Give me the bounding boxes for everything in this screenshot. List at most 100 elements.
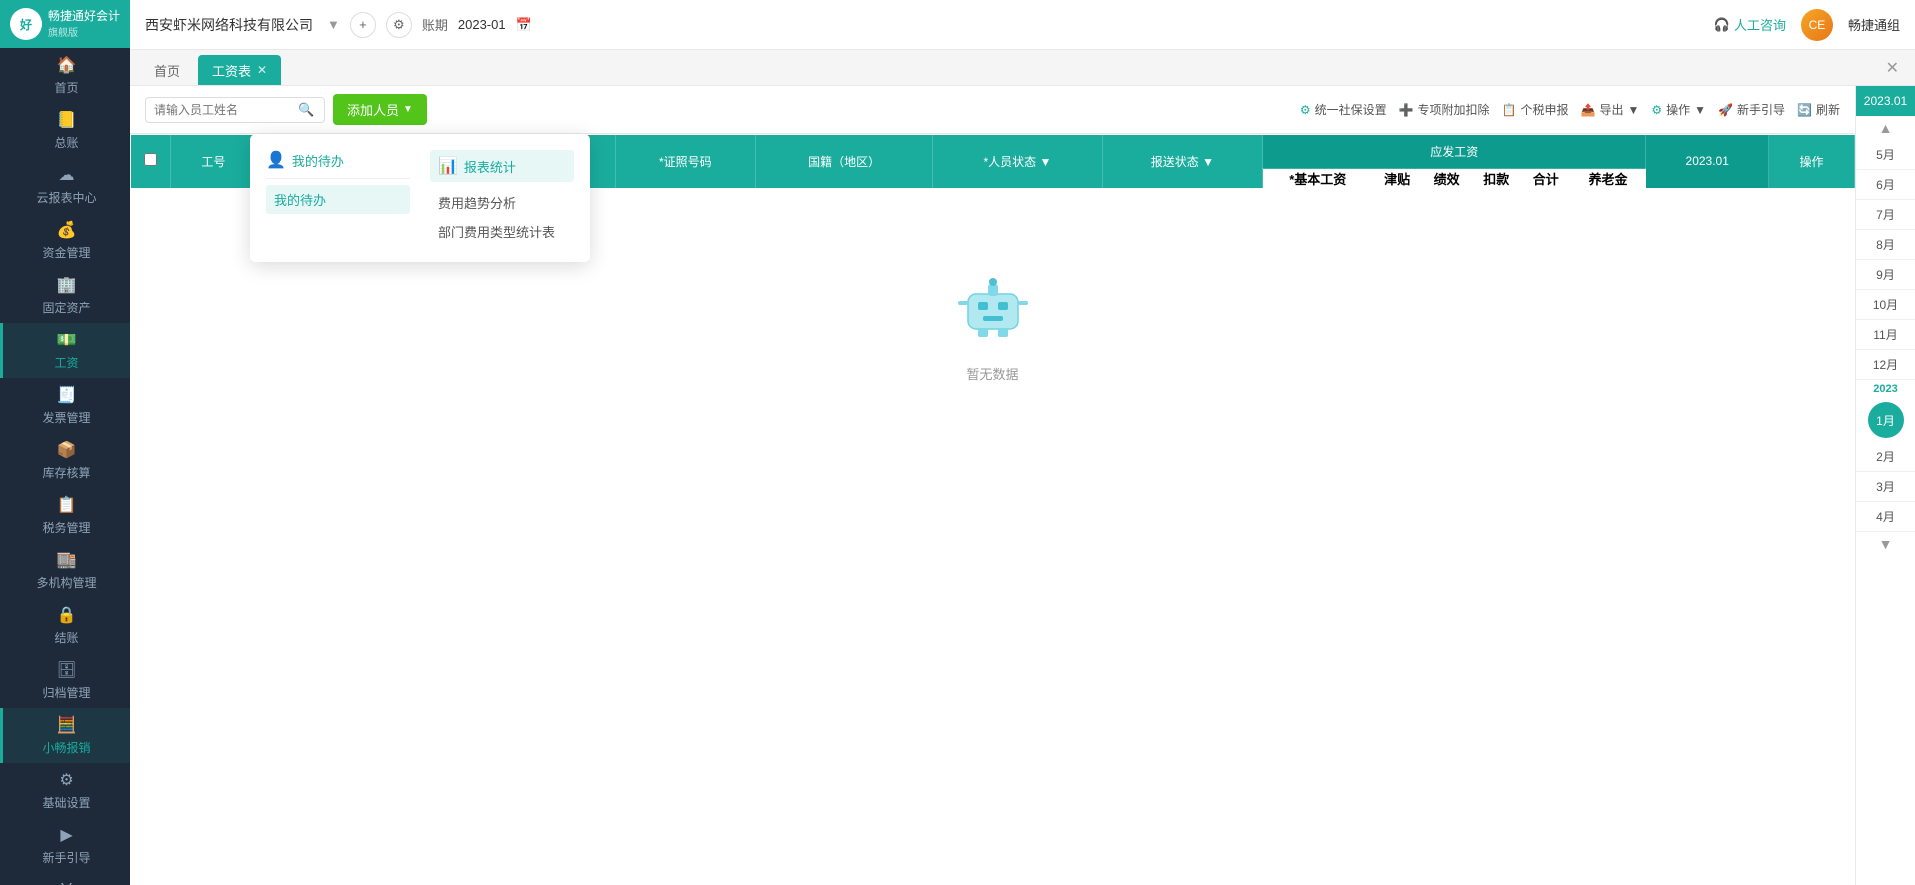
home-icon: 🏠 (57, 55, 77, 75)
period-label: 账期 (422, 15, 448, 34)
logo-area: 好 畅捷通好会计 旗舰版 (0, 0, 130, 48)
export-button[interactable]: 📤 导出 ▼ (1581, 101, 1640, 118)
sidebar-item-archive[interactable]: 🗄 归档管理 (0, 653, 130, 708)
company-name[interactable]: 西安虾米网络科技有限公司 (145, 15, 313, 35)
sidebar-item-member[interactable]: V 畅会员 (0, 873, 130, 885)
month-item-2[interactable]: 2月 (1856, 442, 1915, 472)
th-report-status: 报送状态 ▼ (1102, 135, 1262, 189)
close-period-icon: 🔒 (57, 605, 77, 625)
month-scroll-down-button[interactable]: ▼ (1856, 532, 1915, 556)
sidebar-item-close[interactable]: 🔒 结账 (0, 598, 130, 653)
th-base-salary: *基本工资 (1263, 169, 1373, 189)
th-performance: 绩效 (1422, 169, 1472, 189)
close-all-button[interactable]: ✕ (1880, 56, 1905, 80)
month-item-10[interactable]: 10月 (1856, 290, 1915, 320)
refresh-icon: 🔄 (1797, 103, 1812, 117)
year-2023-label: 2023 (1856, 380, 1915, 398)
tax-report-button[interactable]: 📋 个税申报 (1502, 101, 1569, 118)
logo-icon: 好 (10, 8, 42, 40)
tab-home[interactable]: 首页 (140, 55, 194, 85)
tax-icon: 📋 (57, 495, 77, 515)
sidebar-item-inventory[interactable]: 📦 库存核算 (0, 433, 130, 488)
month-item-9[interactable]: 9月 (1856, 260, 1915, 290)
sidebar-item-tax[interactable]: 📋 税务管理 (0, 488, 130, 543)
period-value[interactable]: 2023-01 (458, 17, 506, 32)
month-item-4[interactable]: 4月 (1856, 502, 1915, 532)
sidebar-item-home[interactable]: 🏠 首页 (0, 48, 130, 103)
guide-button[interactable]: 🚀 新手引导 (1718, 101, 1785, 118)
assets-icon: 🏢 (57, 275, 77, 295)
toolbar: 🔍 添加人员 ▼ ⚙ 统一社保设置 ➕ 专项附加扣除 (130, 86, 1855, 134)
sidebar-item-guide[interactable]: ▶ 新手引导 (0, 818, 130, 873)
refresh-button[interactable]: 🔄 刷新 (1797, 101, 1840, 118)
th-nationality: 国籍（地区） (756, 135, 933, 189)
sidebar-item-salary[interactable]: 💵 工资 (0, 323, 130, 378)
basic-settings-icon: ⚙ (59, 770, 73, 790)
company-dropdown-arrow[interactable]: ▼ (327, 17, 340, 32)
operations-button[interactable]: ⚙ 操作 ▼ (1651, 101, 1706, 118)
operations-arrow: ▼ (1694, 103, 1706, 117)
settings-button[interactable]: ⚙ (386, 12, 412, 38)
th-id-number: *证照号码 (615, 135, 755, 189)
month-item-7[interactable]: 7月 (1856, 200, 1915, 230)
popup-link-expense-trend[interactable]: 费用趋势分析 (430, 188, 574, 217)
th-checkbox[interactable] (131, 135, 171, 189)
salary-icon: 💵 (57, 330, 77, 350)
search-icon: 🔍 (298, 102, 314, 118)
month-scroll-up-button[interactable]: ▲ (1856, 116, 1915, 140)
sidebar: 好 畅捷通好会计 旗舰版 🏠 首页 📒 总账 ☁ 云报表中心 💰 资金管理 🏢 … (0, 0, 130, 885)
sidebar-item-funds[interactable]: 💰 资金管理 (0, 213, 130, 268)
main-area: 西安虾米网络科技有限公司 ▼ + ⚙ 账期 2023-01 📅 🎧 人工咨询 C… (130, 0, 1915, 885)
toolbar-actions: ⚙ 统一社保设置 ➕ 专项附加扣除 📋 个税申报 📤 导出 ▼ (1300, 101, 1840, 118)
popup-link-my-pending[interactable]: 我的待办 (266, 185, 410, 214)
th-pension: 养老金 (1571, 169, 1646, 189)
add-company-button[interactable]: + (350, 12, 376, 38)
sidebar-item-ledger[interactable]: 📒 总账 (0, 103, 130, 158)
content-area: 🔍 添加人员 ▼ ⚙ 统一社保设置 ➕ 专项附加扣除 (130, 86, 1915, 885)
sidebar-item-basic[interactable]: ⚙ 基础设置 (0, 763, 130, 818)
report-icon: 📊 (438, 156, 458, 176)
guide-icon: ▶ (60, 825, 72, 845)
month-item-1-active[interactable]: 1月 (1868, 402, 1904, 438)
month-item-3[interactable]: 3月 (1856, 472, 1915, 502)
add-person-arrow: ▼ (403, 104, 413, 115)
empty-robot-image (953, 269, 1033, 349)
month-panel: 2023.01 ▲ 5月 6月 7月 8月 9月 10月 11月 12月 202… (1855, 86, 1915, 885)
special-deduction-button[interactable]: ➕ 专项附加扣除 (1399, 101, 1490, 118)
month-item-6[interactable]: 6月 (1856, 170, 1915, 200)
month-item-12[interactable]: 12月 (1856, 350, 1915, 380)
tab-salary-table[interactable]: 工资表 ✕ (198, 55, 281, 85)
sidebar-item-xiaochang[interactable]: 🧮 小畅报销 (0, 708, 130, 763)
operations-icon: ⚙ (1651, 103, 1662, 117)
month-item-8[interactable]: 8月 (1856, 230, 1915, 260)
topbar-right: 🎧 人工咨询 CE 畅捷通组 (1714, 9, 1900, 41)
month-panel-header: 2023.01 (1856, 86, 1915, 116)
sidebar-item-assets[interactable]: 🏢 固定资产 (0, 268, 130, 323)
month-item-11[interactable]: 11月 (1856, 320, 1915, 350)
popup-title-pending: 👤 我的待办 (266, 150, 410, 179)
popup-columns: 👤 我的待办 我的待办 📊 报表统计 费用趋势分析 部门费用类型统计表 (266, 150, 574, 246)
month-item-5[interactable]: 5月 (1856, 140, 1915, 170)
tabs-bar: 首页 工资表 ✕ ✕ (130, 50, 1915, 86)
tab-close-icon[interactable]: ✕ (257, 63, 267, 77)
sidebar-item-invoice[interactable]: 🧾 发票管理 (0, 378, 130, 433)
search-input[interactable] (154, 103, 294, 117)
headset-icon: 🎧 (1714, 17, 1730, 33)
popup-link-dept-expense[interactable]: 部门费用类型统计表 (430, 217, 574, 246)
social-insurance-button[interactable]: ⚙ 统一社保设置 (1300, 101, 1387, 118)
popup-col-pending: 👤 我的待办 我的待办 (266, 150, 410, 246)
sidebar-item-multi[interactable]: 🏬 多机构管理 (0, 543, 130, 598)
popup-title-report: 📊 报表统计 (430, 150, 574, 182)
export-icon: 📤 (1581, 103, 1596, 117)
th-allowance: 津贴 (1372, 169, 1422, 189)
th-period: 2023.01 (1646, 135, 1769, 189)
export-arrow: ▼ (1628, 103, 1640, 117)
service-button[interactable]: 🎧 人工咨询 (1714, 15, 1786, 34)
th-deduction: 扣款 (1471, 169, 1521, 189)
sidebar-item-cloud[interactable]: ☁ 云报表中心 (0, 158, 130, 213)
calendar-icon[interactable]: 📅 (516, 17, 532, 33)
add-person-button[interactable]: 添加人员 ▼ (333, 94, 427, 125)
avatar: CE (1801, 9, 1833, 41)
select-all-checkbox[interactable] (144, 153, 157, 166)
user-name[interactable]: 畅捷通组 (1848, 15, 1900, 34)
